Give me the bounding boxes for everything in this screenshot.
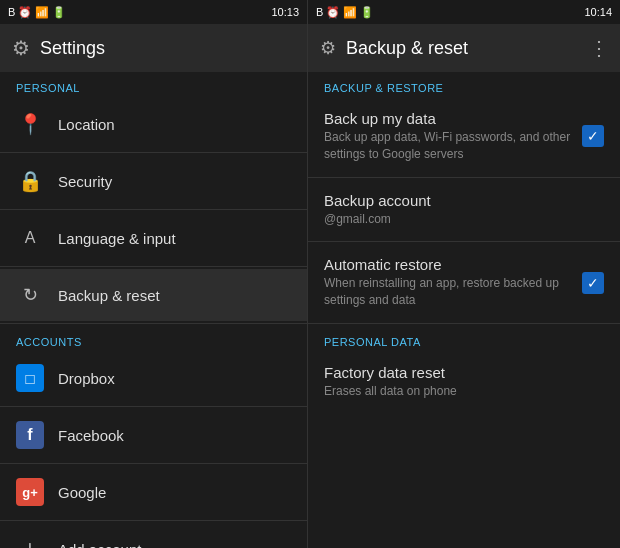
right-signal-icon: 📶: [343, 6, 357, 19]
location-icon: 📍: [16, 110, 44, 138]
personal-data-label: PERSONAL DATA: [308, 326, 620, 352]
auto-restore-subtitle: When reinstalling an app, restore backed…: [324, 275, 572, 309]
left-header-title: Settings: [40, 38, 295, 59]
add-icon: +: [16, 535, 44, 548]
right-divider-2: [308, 241, 620, 242]
right-header-title: Backup & reset: [346, 38, 579, 59]
right-bluetooth-icon: B: [316, 6, 323, 18]
sidebar-item-backup[interactable]: ↻ Backup & reset: [0, 269, 307, 321]
auto-restore-checkbox[interactable]: ✓: [582, 272, 604, 294]
signal-icon: 📶: [35, 6, 49, 19]
sidebar-item-language[interactable]: A Language & input: [0, 212, 307, 264]
backup-data-title: Back up my data: [324, 110, 572, 127]
location-label: Location: [58, 116, 115, 133]
more-icon[interactable]: ⋮: [589, 36, 608, 60]
left-status-icons: B ⏰ 📶 🔋: [8, 6, 66, 19]
right-status-bar: B ⏰ 📶 🔋 10:14: [308, 0, 620, 24]
dropbox-label: Dropbox: [58, 370, 115, 387]
auto-restore-item[interactable]: Automatic restore When reinstalling an a…: [308, 244, 620, 321]
personal-section-label: PERSONAL: [0, 72, 307, 98]
auto-restore-title: Automatic restore: [324, 256, 572, 273]
sidebar-item-security[interactable]: 🔒 Security: [0, 155, 307, 207]
right-status-icons: B ⏰ 📶 🔋: [316, 6, 374, 19]
backup-account-title: Backup account: [324, 192, 604, 209]
left-status-bar: B ⏰ 📶 🔋 10:13: [0, 0, 307, 24]
left-panel: B ⏰ 📶 🔋 10:13 ⚙ Settings PERSONAL 📍 Loca…: [0, 0, 308, 548]
google-label: Google: [58, 484, 106, 501]
language-label: Language & input: [58, 230, 176, 247]
right-alarm-icon: ⏰: [326, 6, 340, 19]
backup-icon: ↻: [16, 281, 44, 309]
facebook-label: Facebook: [58, 427, 124, 444]
backup-data-checkbox[interactable]: ✓: [582, 125, 604, 147]
auto-restore-texts: Automatic restore When reinstalling an a…: [324, 256, 572, 309]
right-panel: B ⏰ 📶 🔋 10:14 ⚙ Backup & reset ⋮ BACKUP …: [308, 0, 620, 548]
sidebar-item-google[interactable]: g+ Google: [0, 466, 307, 518]
security-label: Security: [58, 173, 112, 190]
divider-5: [0, 406, 307, 407]
factory-reset-title: Factory data reset: [324, 364, 604, 381]
sidebar-item-facebook[interactable]: f Facebook: [0, 409, 307, 461]
backup-account-texts: Backup account @gmail.com: [324, 192, 604, 228]
right-content: BACKUP & RESTORE Back up my data Back up…: [308, 72, 620, 548]
backup-label: Backup & reset: [58, 287, 160, 304]
left-header: ⚙ Settings: [0, 24, 307, 72]
backup-account-item[interactable]: Backup account @gmail.com: [308, 180, 620, 240]
divider-4: [0, 323, 307, 324]
accounts-section-label: ACCOUNTS: [0, 326, 307, 352]
divider-1: [0, 152, 307, 153]
backup-account-subtitle: @gmail.com: [324, 211, 604, 228]
backup-data-item[interactable]: Back up my data Back up app data, Wi-Fi …: [308, 98, 620, 175]
divider-3: [0, 266, 307, 267]
factory-reset-texts: Factory data reset Erases all data on ph…: [324, 364, 604, 400]
factory-reset-item[interactable]: Factory data reset Erases all data on ph…: [308, 352, 620, 412]
facebook-icon: f: [16, 421, 44, 449]
sidebar-item-addaccount[interactable]: + Add account: [0, 523, 307, 548]
language-icon: A: [16, 224, 44, 252]
bluetooth-icon: B: [8, 6, 15, 18]
divider-7: [0, 520, 307, 521]
sidebar-item-location[interactable]: 📍 Location: [0, 98, 307, 150]
gear-icon: ⚙: [12, 36, 30, 60]
backup-restore-label: BACKUP & RESTORE: [308, 72, 620, 98]
google-icon: g+: [16, 478, 44, 506]
backup-data-subtitle: Back up app data, Wi-Fi passwords, and o…: [324, 129, 572, 163]
divider-2: [0, 209, 307, 210]
sidebar-item-dropbox[interactable]: □ Dropbox: [0, 352, 307, 404]
right-header: ⚙ Backup & reset ⋮: [308, 24, 620, 72]
backup-data-texts: Back up my data Back up app data, Wi-Fi …: [324, 110, 572, 163]
right-divider-1: [308, 177, 620, 178]
left-content: PERSONAL 📍 Location 🔒 Security A Languag…: [0, 72, 307, 548]
left-time: 10:13: [271, 6, 299, 18]
back-icon[interactable]: ⚙: [320, 37, 336, 59]
alarm-icon: ⏰: [18, 6, 32, 19]
battery-icon: 🔋: [52, 6, 66, 19]
right-battery-icon: 🔋: [360, 6, 374, 19]
divider-6: [0, 463, 307, 464]
factory-reset-subtitle: Erases all data on phone: [324, 383, 604, 400]
addaccount-label: Add account: [58, 541, 141, 549]
dropbox-icon: □: [16, 364, 44, 392]
security-icon: 🔒: [16, 167, 44, 195]
right-time: 10:14: [584, 6, 612, 18]
right-divider-3: [308, 323, 620, 324]
